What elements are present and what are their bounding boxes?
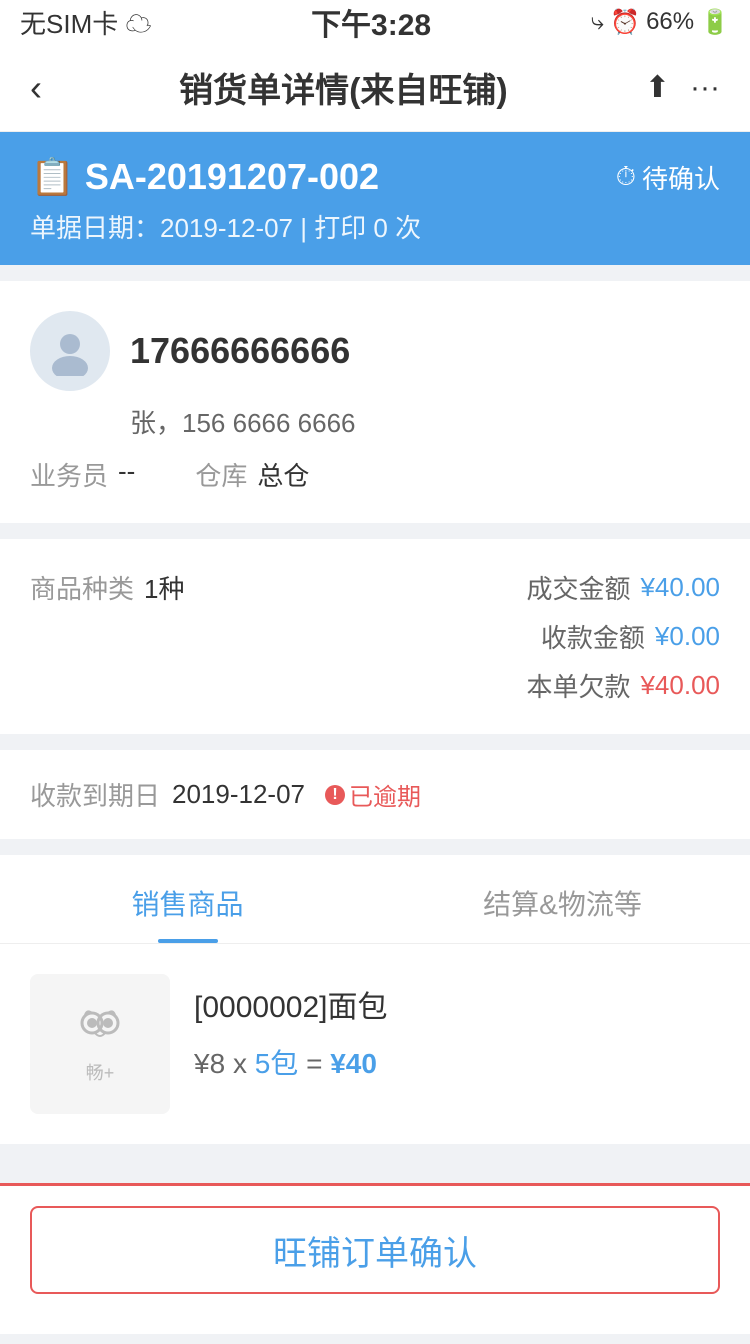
status-right: ⤷ ⏰ 66% 🔋 [591, 8, 730, 37]
deal-amount-value: ¥40.00 [640, 572, 720, 603]
bottom-bar: 旺铺订单确认 [0, 1183, 750, 1334]
salesperson-label: 业务员 [30, 456, 108, 493]
order-status-text: 待确认 [642, 159, 720, 196]
brand-label: 畅+ [86, 1059, 115, 1085]
customer-phone: 17666666666 [130, 330, 350, 372]
received-amount-value: ¥0.00 [655, 621, 720, 652]
customer-name: 张，156 6666 6666 [130, 403, 720, 440]
price-unit: ¥8 [194, 1048, 225, 1079]
order-date: 单据日期：2019-12-07 | 打印 0 次 [30, 208, 720, 245]
price-separator: x [233, 1048, 255, 1079]
product-thumbnail: 畅+ [30, 974, 170, 1114]
product-type-label: 商品种类 [30, 569, 134, 606]
overdue-badge: ! 已逾期 [325, 777, 421, 812]
tab-settlement-logistics[interactable]: 结算&物流等 [375, 855, 750, 943]
warehouse-label: 仓库 [195, 456, 247, 493]
product-type-value: 1种 [144, 569, 184, 606]
status-bar: 无SIM卡 ☁ 下午3:28 ⤷ ⏰ 66% 🔋 [0, 0, 750, 44]
overdue-text: 已逾期 [349, 777, 421, 812]
product-qty: 5包 [255, 1048, 299, 1079]
overdue-dot-icon: ! [325, 785, 345, 805]
avatar [30, 311, 110, 391]
nav-actions: ⬆ ··· [645, 70, 720, 105]
product-price: ¥8 x 5包 = ¥40 [194, 1042, 720, 1082]
due-date-value: 2019-12-07 [172, 779, 305, 810]
price-equals: = [306, 1048, 330, 1079]
nav-bar: ‹ 销货单详情(来自旺铺) ⬆ ··· [0, 44, 750, 132]
amount-summary: 成交金额 ¥40.00 收款金额 ¥0.00 本单欠款 ¥40.00 [526, 569, 720, 704]
battery-text: 66% [646, 8, 694, 36]
confirm-order-button[interactable]: 旺铺订单确认 [30, 1206, 720, 1294]
salesperson-info: 业务员 -- [30, 456, 135, 493]
status-time: 下午3:28 [311, 0, 431, 44]
signal-text: 无SIM卡 ☁ [20, 4, 151, 41]
salesperson-value: -- [118, 456, 135, 493]
owed-amount-label: 本单欠款 [526, 667, 630, 704]
received-amount-label: 收款金额 [541, 618, 645, 655]
status-left: 无SIM卡 ☁ [20, 4, 151, 41]
due-date-label: 收款到期日 [30, 776, 160, 813]
table-row: 畅+ [0000002]面包 ¥8 x 5包 = ¥40 [30, 974, 720, 1114]
location-icon: ⤷ [591, 8, 604, 36]
clock-icon: ⏱ [616, 161, 636, 193]
order-type-icon: 📋 [30, 156, 75, 198]
page-title: 销货单详情(来自旺铺) [179, 63, 508, 112]
share-icon[interactable]: ⬆ [645, 70, 670, 105]
owed-amount-value: ¥40.00 [640, 670, 720, 701]
alarm-icon: ⏰ [610, 8, 640, 37]
brand-owl-icon [75, 1003, 125, 1053]
battery-icon: 🔋 [700, 8, 730, 37]
order-header-card: 📋 SA-20191207-002 ⏱ 待确认 单据日期：2019-12-07 … [0, 132, 750, 265]
due-date-section: 收款到期日 2019-12-07 ! 已逾期 [0, 750, 750, 839]
deal-amount-label: 成交金额 [526, 569, 630, 606]
product-name: [0000002]面包 [194, 982, 720, 1026]
more-icon[interactable]: ··· [690, 71, 720, 105]
customer-section: 17666666666 张，156 6666 6666 业务员 -- 仓库 总仓 [0, 281, 750, 523]
warehouse-info: 仓库 总仓 [195, 456, 309, 493]
tab-sales-products[interactable]: 销售商品 [0, 855, 375, 943]
tabs-section: 销售商品 结算&物流等 [0, 855, 750, 1144]
product-total: ¥40 [330, 1048, 377, 1079]
order-status: ⏱ 待确认 [616, 159, 720, 196]
back-button[interactable]: ‹ [30, 67, 42, 109]
warehouse-value: 总仓 [257, 456, 309, 493]
order-id-text: SA-20191207-002 [85, 156, 379, 198]
product-info: [0000002]面包 ¥8 x 5包 = ¥40 [194, 974, 720, 1082]
summary-section: 商品种类 1种 成交金额 ¥40.00 收款金额 ¥0.00 本单欠款 ¥40.… [0, 539, 750, 734]
product-list: 畅+ [0000002]面包 ¥8 x 5包 = ¥40 [0, 944, 750, 1144]
tabs-header: 销售商品 结算&物流等 [0, 855, 750, 944]
order-id-row: 📋 SA-20191207-002 [30, 156, 379, 198]
